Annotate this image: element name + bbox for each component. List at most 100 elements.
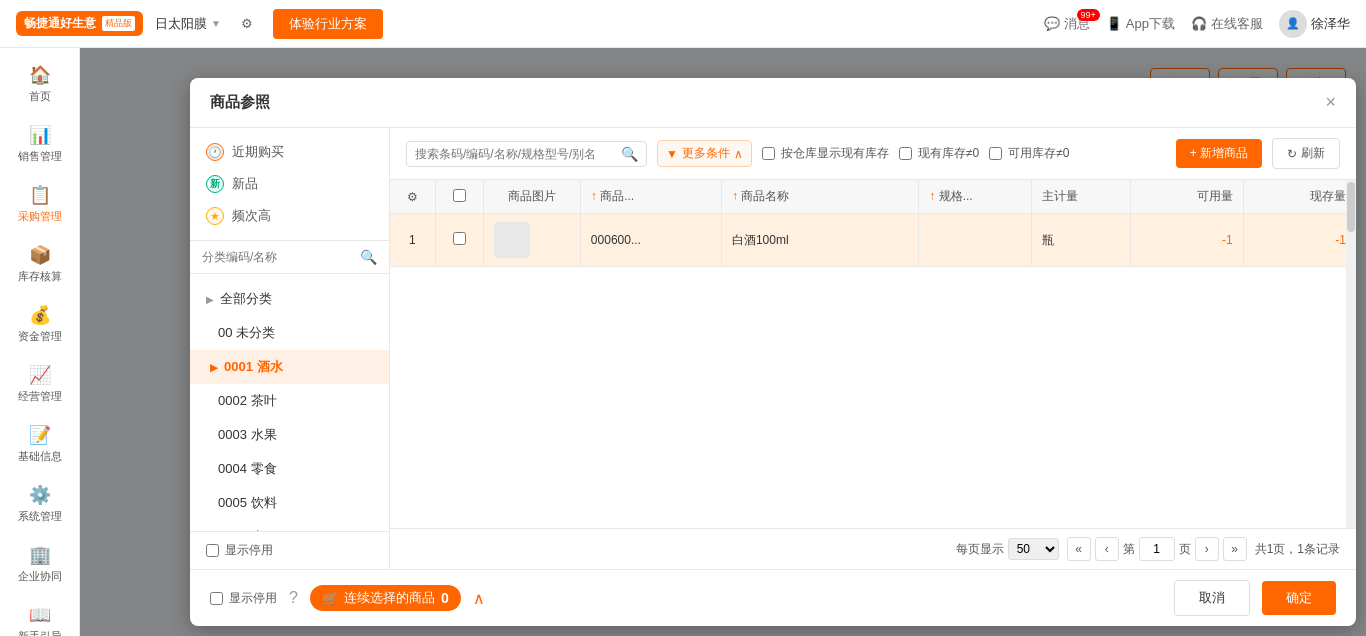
available-stock-filter[interactable]: 可用库存≠0 [989,145,1069,162]
sidebar-item-finance[interactable]: 💰 资金管理 [2,296,78,352]
user-menu[interactable]: 👤 徐泽华 [1279,10,1350,38]
category-item-snack[interactable]: 0004 零食 [190,452,389,486]
trial-button[interactable]: 体验行业方案 [273,9,383,39]
sidebar-item-basic[interactable]: 📝 基础信息 [2,416,78,472]
table-row[interactable]: 1 000600... 白酒100ml 瓶 -1 [390,214,1356,267]
cancel-button[interactable]: 取消 [1174,580,1250,616]
sidebar-item-collab[interactable]: 🏢 企业协同 [2,536,78,592]
row-spec [919,214,1032,267]
service-button[interactable]: 🎧 在线客服 [1191,15,1263,33]
warehouse-stock-filter[interactable]: 按仓库显示现有库存 [762,145,889,162]
category-item-beverage[interactable]: 0005 饮料 [190,486,389,520]
confirm-button[interactable]: 确定 [1262,581,1336,615]
product-search-icon[interactable]: 🔍 [621,146,638,162]
modal-footer: 显示停用 ? 🛒 连续选择的商品 0 ∧ 取消 确定 [190,569,1356,626]
row-num: 1 [390,214,435,267]
next-page-button[interactable]: › [1195,537,1219,561]
sidebar-item-guide-label: 新手引导 [18,629,62,636]
row-unit: 瓶 [1032,214,1131,267]
refresh-icon: ↻ [1287,147,1297,161]
app-label: App下载 [1126,15,1175,33]
warehouse-stock-label: 按仓库显示现有库存 [781,145,889,162]
page-navigation: « ‹ 第 页 › » [1067,537,1247,561]
category-item-all[interactable]: ▶ 全部分类 [190,282,389,316]
frequent-tab[interactable]: ★ 频次高 [190,200,389,232]
water-label: 0008 水 [218,528,264,531]
app-download-button[interactable]: 📱 App下载 [1106,15,1175,33]
sidebar-item-system[interactable]: ⚙️ 系统管理 [2,476,78,532]
sort-name-icon: ↑ [732,189,738,203]
recent-label: 近期购买 [232,143,284,161]
product-reference-modal: 商品参照 × 🕐 近期购买 新 新品 [190,78,1356,626]
sidebar-item-sales[interactable]: 📊 销售管理 [2,116,78,172]
per-page-label: 每页显示 [956,541,1004,558]
show-disabled-footer-checkbox[interactable] [210,592,223,605]
category-item-unclassified[interactable]: 00 未分类 [190,316,389,350]
headset-icon: 🎧 [1191,16,1207,31]
store-selector[interactable]: 日太阳膜 ▼ [155,15,221,33]
more-filter-button[interactable]: ▼ 更多条件 ∧ [657,140,752,167]
sidebar-item-purchase[interactable]: 📋 采购管理 [2,176,78,232]
guide-icon: 📖 [29,604,51,626]
settings-icon[interactable]: ⚙ [233,10,261,38]
pagination: 每页显示 50 10 20 100 « ‹ 第 [390,528,1356,569]
sidebar-item-inventory[interactable]: 📦 库存核算 [2,236,78,292]
recent-icon: 🕐 [206,143,224,161]
category-item-tea[interactable]: 0002 茶叶 [190,384,389,418]
business-icon: 📈 [29,364,51,386]
table-scrollbar[interactable] [1346,180,1356,528]
app-icon: 📱 [1106,16,1122,31]
show-disabled-checkbox[interactable] [206,544,219,557]
row-stock: -1 [1243,214,1356,267]
prev-page-button[interactable]: ‹ [1095,537,1119,561]
show-disabled-footer-check[interactable]: 显示停用 [210,590,277,607]
store-name: 日太阳膜 [155,15,207,33]
sort-asc-icon: ↑ [591,189,597,203]
page-unit: 页 [1179,541,1191,558]
select-all-checkbox[interactable] [453,189,466,202]
store-arrow-icon: ▼ [211,18,221,29]
last-page-button[interactable]: » [1223,537,1247,561]
per-page-select[interactable]: 50 10 20 100 [1008,538,1059,560]
sidebar-item-business[interactable]: 📈 经营管理 [2,356,78,412]
sidebar-item-home[interactable]: 🏠 首页 [2,56,78,112]
cart-button[interactable]: 🛒 连续选择的商品 0 [310,585,461,611]
modal-close-button[interactable]: × [1325,92,1336,113]
sidebar-item-finance-label: 资金管理 [18,329,62,344]
available-stock-checkbox[interactable] [989,147,1002,160]
logo-badge: 精品版 [102,16,135,31]
sidebar-item-guide[interactable]: 📖 新手引导 [2,596,78,636]
liquor-arrow-icon: ▶ [210,362,218,373]
category-item-fruit[interactable]: 0003 水果 [190,418,389,452]
message-icon: 💬 [1044,16,1060,31]
collapse-cart-icon[interactable]: ∧ [473,589,485,608]
page-info: 共1页，1条记录 [1255,541,1340,558]
purchase-icon: 📋 [29,184,51,206]
add-product-button[interactable]: + 新增商品 [1176,139,1262,168]
sidebar-item-inventory-label: 库存核算 [18,269,62,284]
page-number-input[interactable] [1139,537,1175,561]
category-search-icon[interactable]: 🔍 [360,249,377,265]
product-search-input[interactable] [415,147,615,161]
basic-icon: 📝 [29,424,51,446]
first-page-button[interactable]: « [1067,537,1091,561]
warehouse-stock-checkbox[interactable] [762,147,775,160]
show-disabled-footer-label: 显示停用 [229,590,277,607]
row-checkbox[interactable] [453,232,466,245]
current-stock-filter[interactable]: 现有库存≠0 [899,145,979,162]
recent-purchase-tab[interactable]: 🕐 近期购买 [190,136,389,168]
sidebar-item-basic-label: 基础信息 [18,449,62,464]
arrow-icon: ▶ [206,294,214,305]
category-item-liquor[interactable]: ▶ 0001 酒水 [190,350,389,384]
message-button[interactable]: 💬 消息 99+ [1044,15,1090,33]
username: 徐泽华 [1311,15,1350,33]
category-item-water[interactable]: 0008 水 [190,520,389,531]
help-icon[interactable]: ? [289,589,298,607]
refresh-button[interactable]: ↻ 刷新 [1272,138,1340,169]
new-product-tab[interactable]: 新 新品 [190,168,389,200]
th-unit: 主计量 [1032,180,1131,214]
product-toolbar: 🔍 ▼ 更多条件 ∧ 按仓库显示现有库存 [390,128,1356,180]
category-search-input[interactable] [202,250,354,264]
logo[interactable]: 畅捷通好生意 精品版 [16,11,143,36]
current-stock-checkbox[interactable] [899,147,912,160]
